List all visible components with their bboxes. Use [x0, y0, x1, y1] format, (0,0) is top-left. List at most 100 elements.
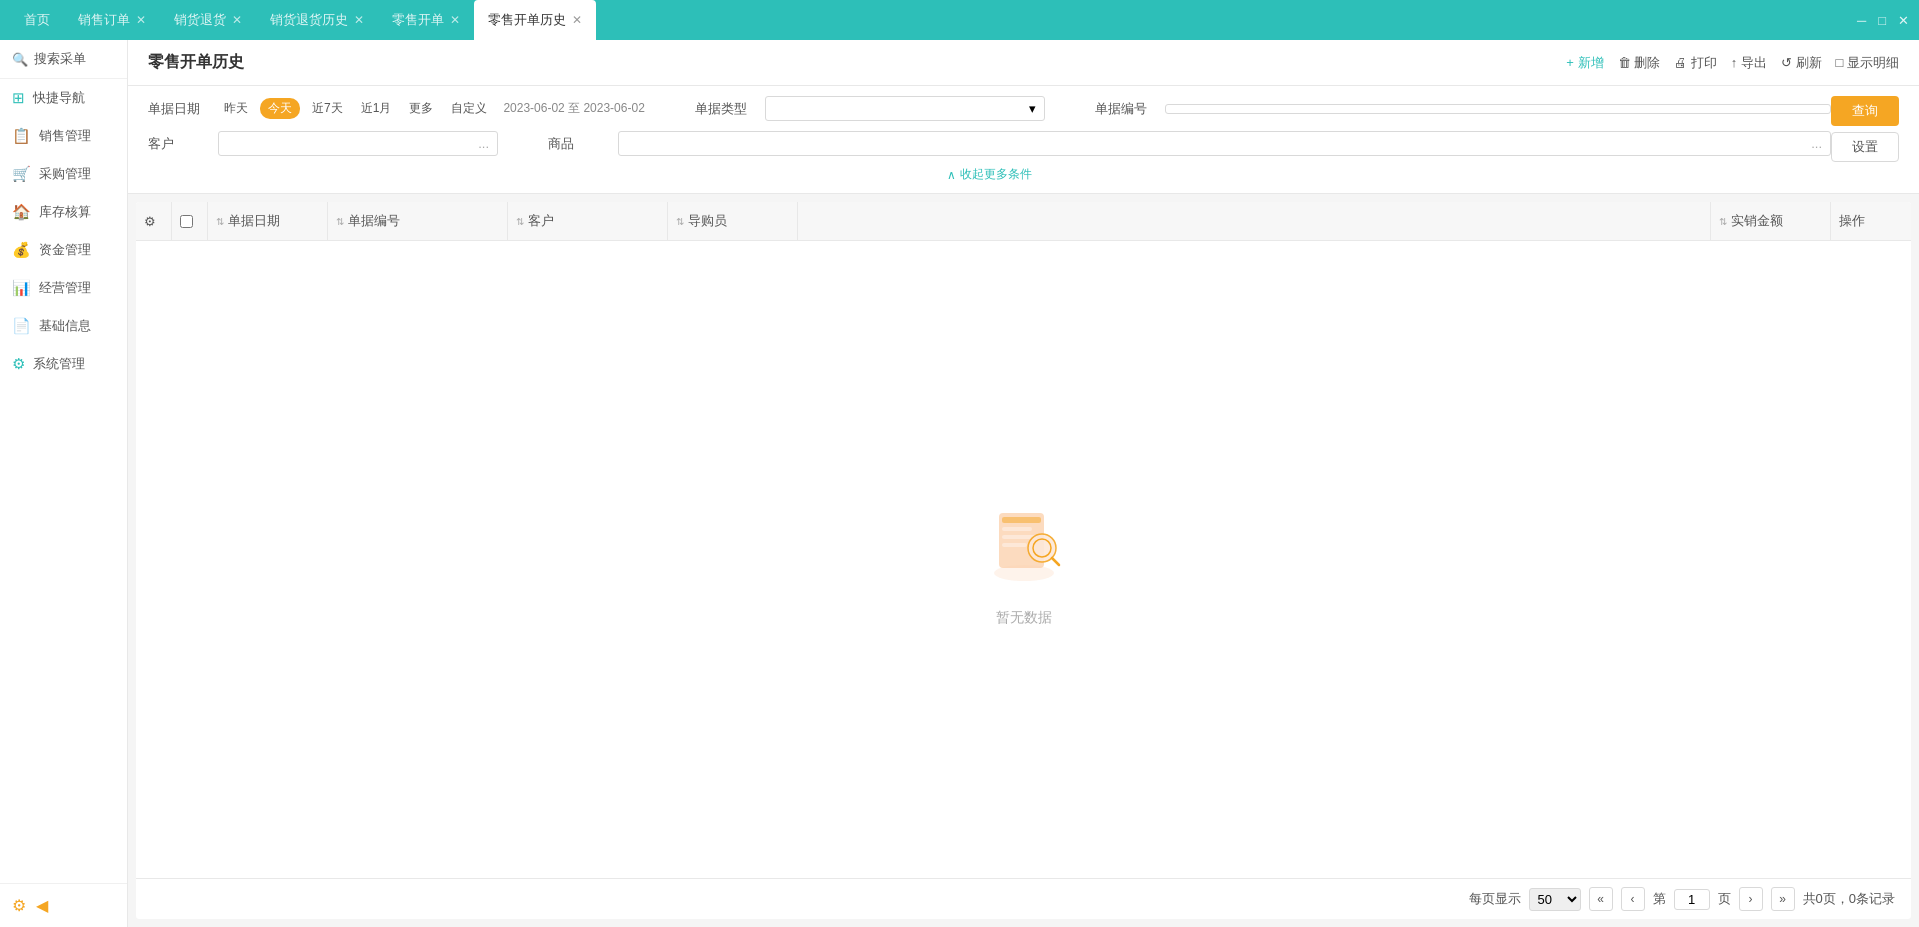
sidebar-item-sales-mgmt[interactable]: 📋 销售管理 [0, 117, 127, 155]
sidebar-item-quick-nav-label: 快捷导航 [33, 89, 85, 107]
svg-line-8 [1052, 558, 1059, 565]
tab-retail-open[interactable]: 零售开单 ✕ [378, 0, 474, 40]
delete-button[interactable]: 🗑 删除 [1618, 54, 1661, 72]
display-detail-label: □ 显示明细 [1836, 54, 1899, 72]
tab-sales-order-label: 销售订单 [78, 11, 130, 29]
sidebar-item-inventory-label: 库存核算 [39, 203, 91, 221]
last1month-btn[interactable]: 近1月 [355, 98, 398, 119]
refresh-button[interactable]: ↺ 刷新 [1781, 54, 1822, 72]
per-page-select[interactable]: 50 100 200 [1529, 888, 1581, 911]
first-page-btn[interactable]: « [1589, 887, 1613, 911]
sidebar-search-label: 搜索采单 [34, 50, 86, 68]
sidebar-item-system[interactable]: ⚙ 系统管理 [0, 345, 127, 383]
sidebar-item-operations-label: 经营管理 [39, 279, 91, 297]
filter-fields: 单据日期 昨天 今天 近7天 近1月 更多 自定义 2023-06-02 至 2… [148, 96, 1831, 183]
th-operation-label: 操作 [1839, 212, 1865, 230]
export-button[interactable]: ↑ 导出 [1731, 54, 1767, 72]
next-page-btn[interactable]: › [1739, 887, 1763, 911]
th-settings[interactable]: ⚙ [136, 202, 172, 240]
display-detail-button[interactable]: □ 显示明细 [1836, 54, 1899, 72]
tab-retail-history-close[interactable]: ✕ [572, 13, 582, 27]
th-actual-amount[interactable]: ⇅ 实销金额 [1711, 202, 1831, 240]
tab-retail-open-label: 零售开单 [392, 11, 444, 29]
th-guide[interactable]: ⇅ 导购员 [668, 202, 798, 240]
empty-text: 暂无数据 [996, 609, 1052, 627]
customer-ellipsis[interactable]: ... [478, 136, 489, 151]
sidebar-item-purchase-mgmt[interactable]: 🛒 采购管理 [0, 155, 127, 193]
goods-ellipsis[interactable]: ... [1811, 136, 1822, 151]
operations-icon: 📊 [12, 279, 31, 297]
pagination: 每页显示 50 100 200 « ‹ 第 页 › » 共0页，0条记录 [136, 878, 1911, 919]
print-label: 🖨 打印 [1674, 54, 1717, 72]
th-actual-amount-label: 实销金额 [1731, 212, 1783, 230]
th-bill-date[interactable]: ⇅ 单据日期 [208, 202, 328, 240]
sidebar-item-basic-info[interactable]: 📄 基础信息 [0, 307, 127, 345]
bill-type-label: 单据类型 [695, 100, 755, 118]
sidebar-item-basic-info-label: 基础信息 [39, 317, 91, 335]
window-close[interactable]: ✕ [1898, 13, 1909, 28]
date-shortcuts: 昨天 今天 近7天 近1月 更多 自定义 [218, 98, 493, 119]
bill-type-select[interactable]: ▾ [765, 96, 1045, 121]
window-minimize[interactable]: ─ [1857, 13, 1866, 28]
add-button[interactable]: + 新增 [1566, 54, 1603, 72]
th-customer-label: 客户 [528, 212, 554, 230]
goods-input[interactable]: ... [618, 131, 1831, 156]
tab-sales-order[interactable]: 销售订单 ✕ [64, 0, 160, 40]
empty-state: 暂无数据 [136, 241, 1911, 878]
delete-label: 🗑 删除 [1618, 54, 1661, 72]
table-header: ⚙ ⇅ 单据日期 ⇅ 单据编号 ⇅ 客户 ⇅ [136, 202, 1911, 241]
select-all-checkbox[interactable] [180, 215, 193, 228]
more-btn[interactable]: 更多 [403, 98, 439, 119]
sidebar-search[interactable]: 🔍 搜索采单 [0, 40, 127, 79]
print-button[interactable]: 🖨 打印 [1674, 54, 1717, 72]
last7days-btn[interactable]: 近7天 [306, 98, 349, 119]
today-btn[interactable]: 今天 [260, 98, 300, 119]
tab-retail-history[interactable]: 零售开单历史 ✕ [474, 0, 596, 40]
sort-icon-3: ⇅ [516, 216, 524, 227]
tab-sales-return-history[interactable]: 销货退货历史 ✕ [256, 0, 378, 40]
sidebar-item-inventory[interactable]: 🏠 库存核算 [0, 193, 127, 231]
filter-settings-button[interactable]: 设置 [1831, 132, 1899, 162]
th-bill-no[interactable]: ⇅ 单据编号 [328, 202, 508, 240]
date-label: 单据日期 [148, 100, 208, 118]
inventory-icon: 🏠 [12, 203, 31, 221]
customer-input[interactable]: ... [218, 131, 498, 156]
sidebar-item-operations[interactable]: 📊 经营管理 [0, 269, 127, 307]
total-label: 共0页，0条记录 [1803, 890, 1895, 908]
sort-icon-2: ⇅ [336, 216, 344, 227]
sidebar-item-finance-label: 资金管理 [39, 241, 91, 259]
last-page-btn[interactable]: » [1771, 887, 1795, 911]
sidebar-item-quick-nav[interactable]: ⊞ 快捷导航 [0, 79, 127, 117]
tab-sales-order-close[interactable]: ✕ [136, 13, 146, 27]
th-checkbox[interactable] [172, 202, 208, 240]
tab-sales-return[interactable]: 销货退货 ✕ [160, 0, 256, 40]
prev-page-btn[interactable]: ‹ [1621, 887, 1645, 911]
svg-rect-5 [1002, 543, 1027, 547]
current-page-input[interactable] [1674, 889, 1710, 910]
collapse-row[interactable]: ∧ 收起更多条件 [148, 166, 1831, 183]
svg-rect-2 [1002, 517, 1041, 523]
sidebar-item-system-label: 系统管理 [33, 355, 85, 373]
tab-sales-return-close[interactable]: ✕ [232, 13, 242, 27]
th-bill-no-label: 单据编号 [348, 212, 400, 230]
column-settings-icon[interactable]: ⚙ [144, 214, 156, 229]
settings-icon[interactable]: ⚙ [12, 896, 26, 915]
filter-section: 单据日期 昨天 今天 近7天 近1月 更多 自定义 2023-06-02 至 2… [148, 96, 1899, 183]
search-icon: 🔍 [12, 52, 28, 67]
bill-no-input[interactable] [1165, 104, 1831, 114]
tab-retail-open-close[interactable]: ✕ [450, 13, 460, 27]
sidebar-item-finance[interactable]: 💰 资金管理 [0, 231, 127, 269]
empty-illustration [974, 493, 1074, 593]
tab-sales-return-history-label: 销货退货历史 [270, 11, 348, 29]
th-customer[interactable]: ⇅ 客户 [508, 202, 668, 240]
custom-btn[interactable]: 自定义 [445, 98, 493, 119]
query-button[interactable]: 查询 [1831, 96, 1899, 126]
sidebar: 🔍 搜索采单 ⊞ 快捷导航 📋 销售管理 🛒 采购管理 🏠 库存核算 💰 资金管… [0, 40, 128, 927]
tab-sales-return-history-close[interactable]: ✕ [354, 13, 364, 27]
page-unit-label: 页 [1718, 890, 1731, 908]
collapse-sidebar-icon[interactable]: ◀ [36, 896, 48, 915]
yesterday-btn[interactable]: 昨天 [218, 98, 254, 119]
purchase-mgmt-icon: 🛒 [12, 165, 31, 183]
tab-home[interactable]: 首页 [10, 0, 64, 40]
window-maximize[interactable]: □ [1878, 13, 1886, 28]
